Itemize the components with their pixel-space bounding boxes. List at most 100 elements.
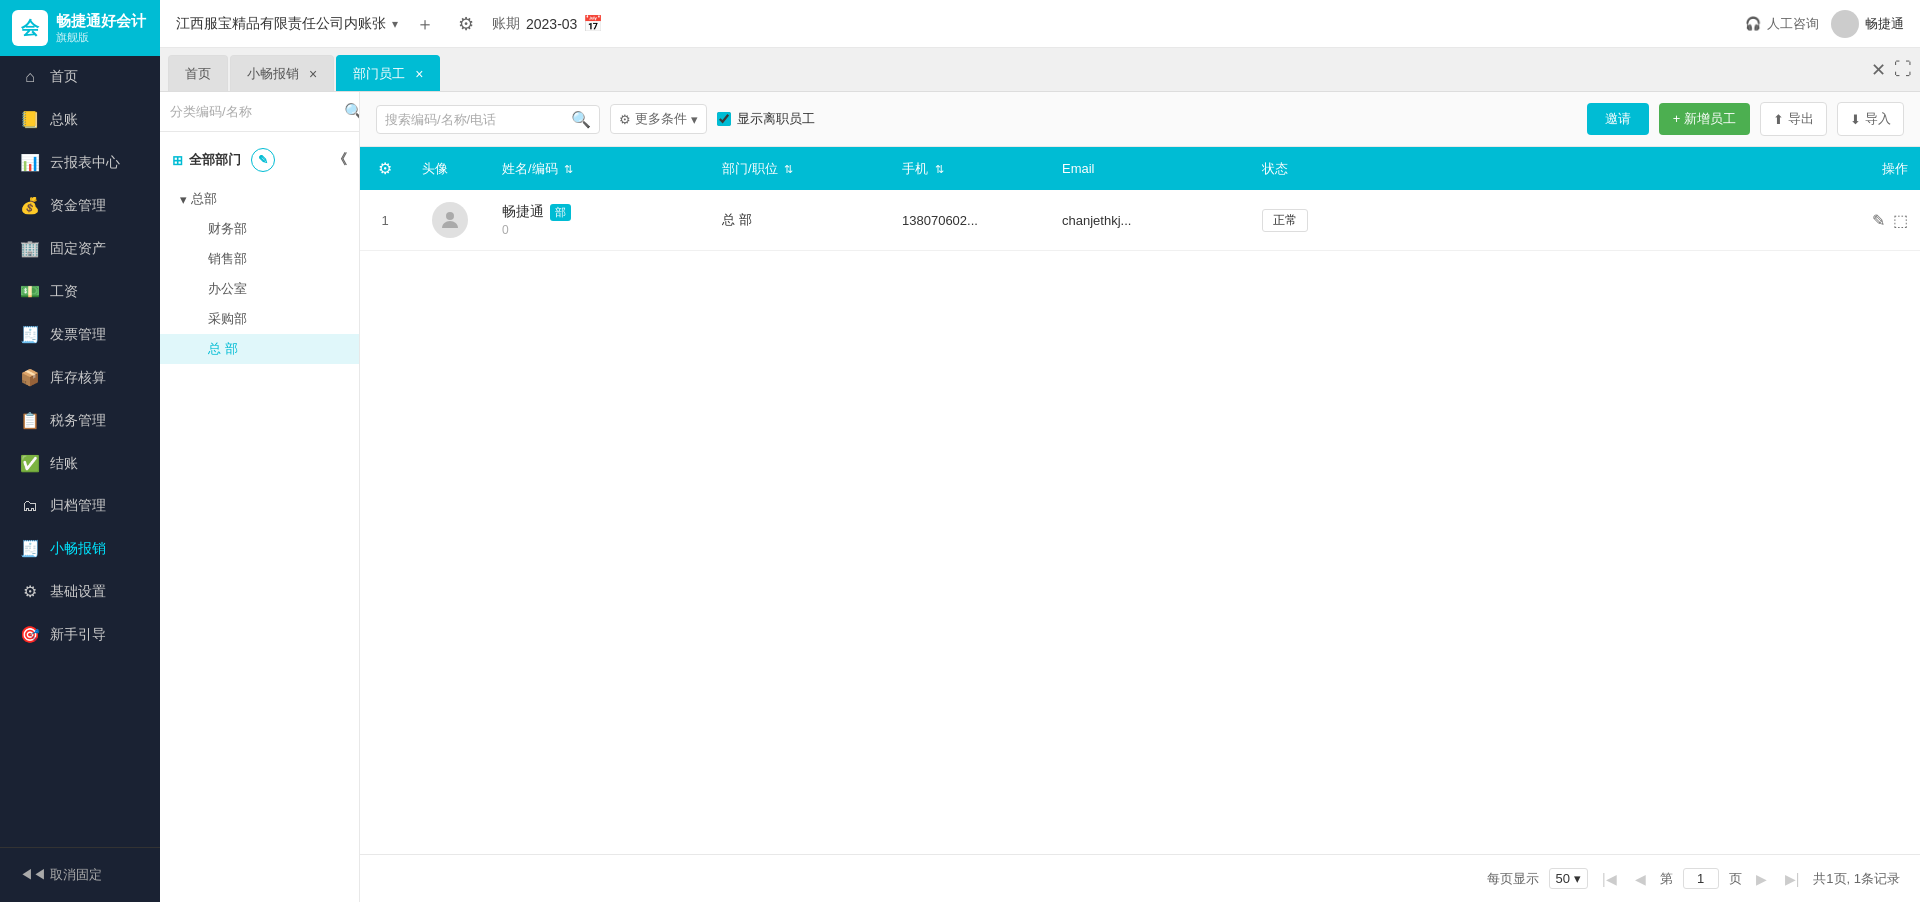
last-page-button[interactable]: ▶| bbox=[1781, 871, 1804, 887]
col-phone[interactable]: 手机 ⇅ bbox=[890, 147, 1050, 190]
sidebar-item-invoice[interactable]: 🧾 发票管理 bbox=[0, 313, 160, 356]
add-tab-button[interactable]: ＋ bbox=[410, 12, 440, 36]
calendar-icon[interactable]: 📅 bbox=[583, 14, 603, 33]
tab-home[interactable]: 首页 bbox=[168, 55, 228, 91]
sidebar-item-guide[interactable]: 🎯 新手引导 bbox=[0, 613, 160, 656]
toolbar: 🔍 ⚙ 更多条件 ▾ 显示离职员工 邀请 + 新增员工 ⬆ 导出 bbox=[360, 92, 1920, 147]
status-badge: 正常 bbox=[1262, 209, 1308, 232]
table-header-row: ⚙ 头像 姓名/编码 ⇅ 部门/职位 ⇅ bbox=[360, 147, 1920, 190]
search-icon[interactable]: 🔍 bbox=[571, 110, 591, 129]
col-actions: 操作 bbox=[1430, 147, 1920, 190]
export-icon: ⬆ bbox=[1773, 112, 1784, 127]
col-dept[interactable]: 部门/职位 ⇅ bbox=[710, 147, 890, 190]
edit-button[interactable]: ✎ bbox=[1872, 211, 1885, 230]
sidebar-item-tax[interactable]: 📋 税务管理 bbox=[0, 399, 160, 442]
sidebar-label-assets: 固定资产 bbox=[50, 240, 106, 258]
topbar-settings-icon[interactable]: ⚙ bbox=[452, 13, 480, 35]
dept-tree: ⊞ 全部部门 ✎ 《 ▾ 总部 财务部 销售部 bbox=[160, 132, 359, 902]
sidebar-label-settings: 基础设置 bbox=[50, 583, 106, 601]
filter-button[interactable]: ⚙ 更多条件 ▾ bbox=[610, 104, 707, 134]
first-page-button[interactable]: |◀ bbox=[1598, 871, 1621, 887]
sidebar-item-assets[interactable]: 🏢 固定资产 bbox=[0, 227, 160, 270]
all-departments-item[interactable]: ⊞ 全部部门 ✎ 《 bbox=[160, 140, 359, 180]
sidebar-item-home[interactable]: ⌂ 首页 bbox=[0, 56, 160, 98]
sidebar-item-ledger[interactable]: 📒 总账 bbox=[0, 98, 160, 141]
sidebar-item-inventory[interactable]: 📦 库存核算 bbox=[0, 356, 160, 399]
sidebar-item-funds[interactable]: 💰 资金管理 bbox=[0, 184, 160, 227]
dept-child-finance[interactable]: 财务部 bbox=[160, 214, 359, 244]
col-phone-label: 手机 bbox=[902, 161, 928, 176]
topbar: 江西服宝精品有限责任公司内账张 ▾ ＋ ⚙ 账期 2023-03 📅 🎧 人工咨… bbox=[160, 0, 1920, 48]
sidebar-label-guide: 新手引导 bbox=[50, 626, 106, 644]
show-resigned-input[interactable] bbox=[717, 112, 731, 126]
cell-avatar bbox=[410, 190, 490, 251]
tabs-actions: ✕ ⛶ bbox=[1871, 59, 1912, 81]
support-button[interactable]: 🎧 人工咨询 bbox=[1745, 15, 1819, 33]
settings-icon[interactable]: ⚙ bbox=[378, 160, 392, 177]
all-dept-label: 全部部门 bbox=[189, 151, 241, 169]
close-tab-employees-icon[interactable]: × bbox=[415, 66, 423, 82]
dept-search-icon[interactable]: 🔍 bbox=[344, 102, 360, 121]
dept-parent-headquarter[interactable]: ▾ 总部 bbox=[160, 184, 359, 214]
sidebar-label-funds: 资金管理 bbox=[50, 197, 106, 215]
dept-search-input[interactable] bbox=[170, 104, 338, 119]
dept-child-procurement[interactable]: 采购部 bbox=[160, 304, 359, 334]
invite-button[interactable]: 邀请 bbox=[1587, 103, 1649, 135]
reports-icon: 📊 bbox=[20, 153, 40, 172]
sidebar-item-salary[interactable]: 💵 工资 bbox=[0, 270, 160, 313]
sidebar-item-expense[interactable]: 🧾 小畅报销 bbox=[0, 527, 160, 570]
cell-actions: ✎ ⬚ bbox=[1430, 190, 1920, 251]
checkout-icon: ✅ bbox=[20, 454, 40, 473]
logo-icon: 会 bbox=[12, 10, 48, 46]
tabs-bar: 首页 小畅报销 × 部门员工 × ✕ ⛶ bbox=[160, 48, 1920, 92]
col-email: Email bbox=[1050, 147, 1250, 190]
tab-employees[interactable]: 部门员工 × bbox=[336, 55, 440, 91]
per-page-select[interactable]: 50 ▾ bbox=[1549, 868, 1588, 889]
chevron-down-icon: ▾ bbox=[392, 17, 398, 31]
dept-sales-label: 销售部 bbox=[208, 251, 247, 266]
sort-dept-icon: ⇅ bbox=[784, 163, 793, 175]
add-employee-button[interactable]: + 新增员工 bbox=[1659, 103, 1750, 135]
company-selector[interactable]: 江西服宝精品有限责任公司内账张 ▾ bbox=[176, 15, 398, 33]
sidebar: 会 畅捷通好会计 旗舰版 ⌂ 首页 📒 总账 📊 云报表中心 💰 资金管理 🏢 … bbox=[0, 0, 160, 902]
guide-icon: 🎯 bbox=[20, 625, 40, 644]
close-tab-expense-icon[interactable]: × bbox=[309, 66, 317, 82]
sidebar-item-settings[interactable]: ⚙ 基础设置 bbox=[0, 570, 160, 613]
show-resigned-checkbox[interactable]: 显示离职员工 bbox=[717, 110, 815, 128]
dept-edit-icon[interactable]: ✎ bbox=[251, 148, 275, 172]
col-name[interactable]: 姓名/编码 ⇅ bbox=[490, 147, 710, 190]
sidebar-item-checkout[interactable]: ✅ 结账 bbox=[0, 442, 160, 485]
dept-child-sales[interactable]: 销售部 bbox=[160, 244, 359, 274]
export-button[interactable]: ⬆ 导出 bbox=[1760, 102, 1827, 136]
tab-expense-label: 小畅报销 bbox=[247, 65, 299, 83]
sidebar-item-reports[interactable]: 📊 云报表中心 bbox=[0, 141, 160, 184]
import-button[interactable]: ⬇ 导入 bbox=[1837, 102, 1904, 136]
sidebar-item-archive[interactable]: 🗂 归档管理 bbox=[0, 485, 160, 527]
sidebar-bottom: ◀◀ 取消固定 bbox=[0, 847, 160, 902]
page-input[interactable] bbox=[1683, 868, 1719, 889]
prev-page-button[interactable]: ◀ bbox=[1631, 871, 1650, 887]
close-window-icon[interactable]: ✕ bbox=[1871, 59, 1886, 81]
sidebar-label-archive: 归档管理 bbox=[50, 497, 106, 515]
expand-window-icon[interactable]: ⛶ bbox=[1894, 59, 1912, 81]
tab-home-label: 首页 bbox=[185, 65, 211, 83]
salary-icon: 💵 bbox=[20, 282, 40, 301]
col-status: 状态 bbox=[1250, 147, 1430, 190]
company-name: 江西服宝精品有限责任公司内账张 bbox=[176, 15, 386, 33]
expand-icon: ▾ bbox=[180, 192, 187, 207]
dept-collapse-icon[interactable]: 《 bbox=[333, 151, 347, 169]
funds-icon: 💰 bbox=[20, 196, 40, 215]
dept-child-general[interactable]: 总 部 bbox=[160, 334, 359, 364]
unpin-button[interactable]: ◀◀ 取消固定 bbox=[0, 858, 160, 892]
employee-table-wrap: ⚙ 头像 姓名/编码 ⇅ 部门/职位 ⇅ bbox=[360, 147, 1920, 854]
tab-expense[interactable]: 小畅报销 × bbox=[230, 55, 334, 91]
dept-child-office[interactable]: 办公室 bbox=[160, 274, 359, 304]
user-menu[interactable]: 畅捷通 bbox=[1831, 10, 1904, 38]
employee-name-text: 畅捷通 bbox=[502, 203, 544, 221]
logout-button[interactable]: ⬚ bbox=[1893, 211, 1908, 230]
next-page-button[interactable]: ▶ bbox=[1752, 871, 1771, 887]
cell-status: 正常 bbox=[1250, 190, 1430, 251]
dept-finance-label: 财务部 bbox=[208, 221, 247, 236]
search-input[interactable] bbox=[385, 112, 565, 127]
employee-code: 0 bbox=[502, 223, 698, 237]
